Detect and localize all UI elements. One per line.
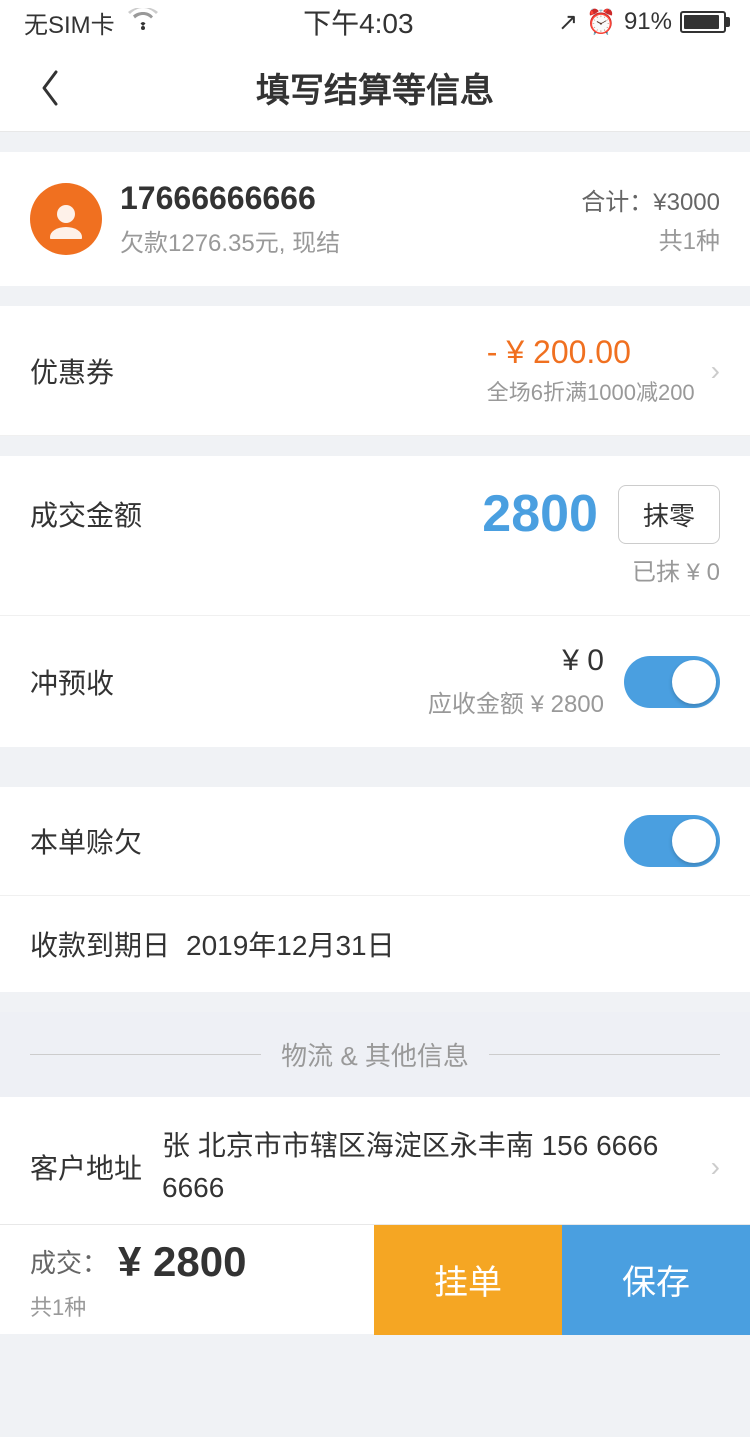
prepay-amount-col: ¥ 0 应收金额 ¥ 2800	[428, 644, 604, 719]
deal-amount-value: 2800	[482, 484, 598, 544]
due-date-label: 收款到期日	[30, 924, 170, 964]
debt-section: 本单赊欠	[0, 787, 750, 895]
section-gap-3	[0, 747, 750, 767]
total-label: 合计：¥3000	[581, 182, 720, 217]
prepay-right: ¥ 0 应收金额 ¥ 2800	[428, 644, 720, 719]
prepay-toggle[interactable]	[624, 656, 720, 708]
address-row[interactable]: 客户地址 张 北京市市辖区海淀区永丰南 156 6666 6666 ›	[0, 1097, 750, 1237]
address-content: 张 北京市市辖区海淀区永丰南 156 6666 6666	[162, 1125, 691, 1209]
carrier-text: 无SIM卡	[24, 5, 115, 40]
logistics-divider: 物流 & 其他信息	[0, 1012, 750, 1097]
page-title: 填写结算等信息	[256, 63, 494, 112]
coupon-label: 优惠券	[30, 351, 114, 391]
bottom-count: 共1种	[30, 1290, 344, 1322]
section-gap-1	[0, 286, 750, 306]
coupon-chevron-icon: ›	[711, 355, 720, 387]
hang-button[interactable]: 挂单	[374, 1225, 562, 1335]
bottom-deal-amount: ¥ 2800	[118, 1238, 246, 1286]
bottom-deal-label: 成交：	[30, 1243, 108, 1280]
due-date-section: 收款到期日 2019年12月31日	[0, 895, 750, 992]
alarm-icon: ⏰	[586, 8, 616, 37]
deal-amount-sub: 已抹 ¥ 0	[30, 552, 720, 587]
customer-info: 17666666666 欠款1276.35元, 现结	[120, 180, 340, 258]
coupon-amount: - ¥ 200.00	[487, 334, 695, 371]
coupon-row[interactable]: 优惠券 - ¥ 200.00 全场6折满1000减200 ›	[0, 306, 750, 436]
status-right: ↗ ⏰ 91%	[558, 8, 726, 37]
deal-amount-right: 2800 抹零	[482, 484, 720, 544]
avatar	[30, 183, 102, 255]
section-gap-2	[0, 436, 750, 456]
address-label: 客户地址	[30, 1147, 142, 1187]
customer-debt: 欠款1276.35元, 现结	[120, 223, 340, 258]
prepay-amount: ¥ 0	[428, 644, 604, 678]
prepay-section: 冲预收 ¥ 0 应收金额 ¥ 2800	[0, 615, 750, 747]
header: 填写结算等信息	[0, 44, 750, 132]
prepay-label: 冲预收	[30, 662, 114, 702]
debt-toggle[interactable]	[624, 815, 720, 867]
round-button[interactable]: 抹零	[618, 485, 720, 544]
save-button[interactable]: 保存	[562, 1225, 750, 1335]
coupon-desc: 全场6折满1000减200	[487, 375, 695, 407]
divider-line-right	[489, 1054, 720, 1055]
prepay-row: 冲预收 ¥ 0 应收金额 ¥ 2800	[30, 644, 720, 719]
battery-icon	[680, 11, 726, 33]
logistics-text: 物流 & 其他信息	[281, 1036, 469, 1073]
total-count: 共1种	[581, 221, 720, 256]
deal-amount-label: 成交金额	[30, 494, 142, 534]
back-button[interactable]	[28, 66, 72, 110]
deal-amount-section: 成交金额 2800 抹零 已抹 ¥ 0	[0, 456, 750, 615]
wifi-icon	[127, 8, 159, 37]
prepay-sub: 应收金额 ¥ 2800	[428, 684, 604, 719]
customer-card: 17666666666 欠款1276.35元, 现结 合计：¥3000 共1种	[0, 152, 750, 286]
address-chevron-icon: ›	[711, 1151, 720, 1183]
bottom-deal-row: 成交： ¥ 2800	[30, 1238, 344, 1286]
bottom-bar: 成交： ¥ 2800 共1种 挂单 保存	[0, 1224, 750, 1334]
customer-phone: 17666666666	[120, 180, 340, 217]
customer-total: 合计：¥3000 共1种	[581, 182, 720, 256]
status-left: 无SIM卡	[24, 5, 159, 40]
coupon-right: - ¥ 200.00 全场6折满1000减200 ›	[487, 334, 720, 407]
due-date-value: 2019年12月31日	[186, 924, 395, 964]
location-icon: ↗	[558, 8, 578, 37]
customer-left: 17666666666 欠款1276.35元, 现结	[30, 180, 340, 258]
bottom-info: 成交： ¥ 2800 共1种	[0, 1238, 374, 1322]
battery-percent: 91%	[624, 8, 672, 36]
divider-line-left	[30, 1054, 261, 1055]
status-bar: 无SIM卡 下午4:03 ↗ ⏰ 91%	[0, 0, 750, 44]
debt-label: 本单赊欠	[30, 821, 142, 861]
status-time: 下午4:03	[303, 2, 414, 42]
deal-amount-row: 成交金额 2800 抹零	[30, 484, 720, 544]
